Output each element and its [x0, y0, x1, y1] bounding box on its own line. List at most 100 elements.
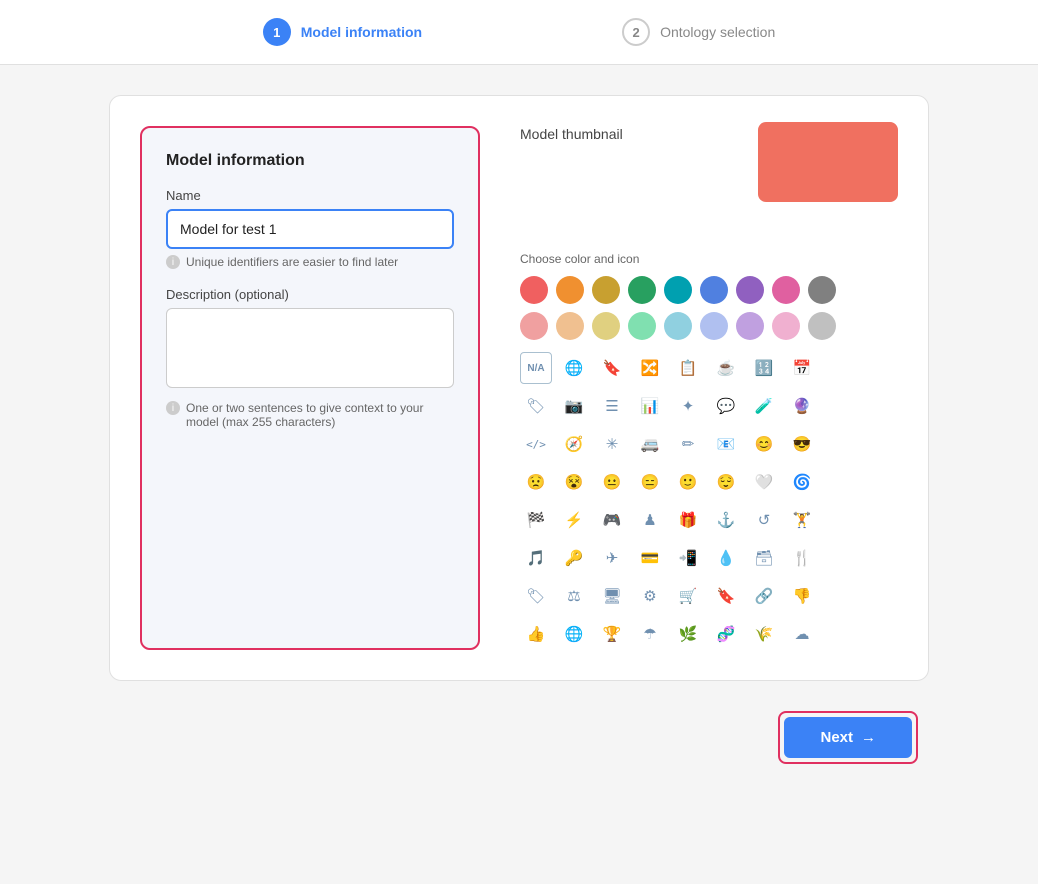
icon-dumbbell[interactable]: 🏋	[786, 504, 818, 536]
color-light-orange[interactable]	[556, 312, 584, 340]
icon-na[interactable]: N/A	[520, 352, 552, 384]
icon-globe[interactable]: 🌐	[558, 352, 590, 384]
color-light-pink[interactable]	[772, 312, 800, 340]
icon-wheat[interactable]: 🌾	[748, 618, 780, 650]
color-light-gray[interactable]	[808, 312, 836, 340]
icon-monitor[interactable]: 🖥	[596, 580, 628, 612]
icon-asterisk[interactable]: ✳	[596, 428, 628, 460]
icon-list[interactable]: ☰	[596, 390, 628, 422]
icon-mail[interactable]: 📧	[710, 428, 742, 460]
icon-link[interactable]: 🔗	[748, 580, 780, 612]
icon-pricetag[interactable]: 🔖	[710, 580, 742, 612]
icon-music[interactable]: 🎵	[520, 542, 552, 574]
icon-calculator[interactable]: 🔢	[748, 352, 780, 384]
icon-sad[interactable]: 😟	[520, 466, 552, 498]
icon-heart[interactable]: 🤍	[748, 466, 780, 498]
icon-expressionless[interactable]: 😑	[634, 466, 666, 498]
icon-fingerprint[interactable]: 🌀	[786, 466, 818, 498]
desc-textarea[interactable]	[166, 308, 454, 388]
icon-settings[interactable]: ⚙	[634, 580, 666, 612]
step-2-circle: 2	[622, 18, 650, 46]
desc-hint-text: One or two sentences to give context to …	[186, 401, 454, 429]
icon-anchor[interactable]: ⚓	[710, 504, 742, 536]
color-row-1	[520, 276, 898, 304]
icon-cart[interactable]: 🛒	[672, 580, 704, 612]
color-green[interactable]	[628, 276, 656, 304]
icon-plant[interactable]: 🌿	[672, 618, 704, 650]
step-1-label: Model information	[301, 24, 422, 40]
icon-sunglasses[interactable]: 😎	[786, 428, 818, 460]
step-1-circle: 1	[263, 18, 291, 46]
color-blue[interactable]	[700, 276, 728, 304]
color-red[interactable]	[520, 276, 548, 304]
color-light-green[interactable]	[628, 312, 656, 340]
icon-relieved[interactable]: 😌	[710, 466, 742, 498]
icon-pencil[interactable]: ✏	[672, 428, 704, 460]
color-gray[interactable]	[808, 276, 836, 304]
name-hint: i Unique identifiers are easier to find …	[166, 255, 454, 269]
icon-recycle[interactable]: ↺	[748, 504, 780, 536]
icon-code[interactable]: </>	[520, 428, 552, 460]
icon-droplet[interactable]: 💧	[710, 542, 742, 574]
icon-gift[interactable]: 🎁	[672, 504, 704, 536]
icon-thumbsup[interactable]: 👍	[520, 618, 552, 650]
wizard-nav: 1 Model information 2 Ontology selection	[0, 0, 1038, 65]
icon-plane[interactable]: ✈	[596, 542, 628, 574]
color-purple[interactable]	[736, 276, 764, 304]
icon-neutral[interactable]: 😐	[596, 466, 628, 498]
icon-bolt[interactable]: ⚡	[558, 504, 590, 536]
icon-tag[interactable]: 🏷	[520, 390, 552, 422]
icon-key[interactable]: 🔑	[558, 542, 590, 574]
icon-chat[interactable]: 💬	[710, 390, 742, 422]
icon-slight-smile[interactable]: 🙂	[672, 466, 704, 498]
icon-trophy[interactable]: 🏆	[596, 618, 628, 650]
icon-chart[interactable]: 📊	[634, 390, 666, 422]
color-pink[interactable]	[772, 276, 800, 304]
icon-bookmark[interactable]: 🔖	[596, 352, 628, 384]
color-label: Choose color and icon	[520, 252, 898, 266]
color-light-gold[interactable]	[592, 312, 620, 340]
color-row-2	[520, 312, 898, 340]
panel-title: Model information	[166, 152, 454, 170]
icon-gamepad[interactable]: 🎮	[596, 504, 628, 536]
icon-clipboard[interactable]: 📋	[672, 352, 704, 384]
icon-qr[interactable]: 📲	[672, 542, 704, 574]
icon-coffee[interactable]: ☕	[710, 352, 742, 384]
color-gold[interactable]	[592, 276, 620, 304]
icon-chess[interactable]: ♟	[634, 504, 666, 536]
icon-cloud[interactable]: ☁	[786, 618, 818, 650]
color-light-red[interactable]	[520, 312, 548, 340]
icon-translate[interactable]: 🌐	[558, 618, 590, 650]
bottom-bar: Next →	[0, 711, 1038, 794]
icon-dna[interactable]: 🧬	[710, 618, 742, 650]
main-content: Model information Name i Unique identifi…	[0, 65, 1038, 711]
icon-shuffle[interactable]: 🔀	[634, 352, 666, 384]
icon-utensils[interactable]: 🍴	[786, 542, 818, 574]
color-teal[interactable]	[664, 276, 692, 304]
icon-thumbsdown[interactable]: 👎	[786, 580, 818, 612]
icon-smile[interactable]: 😊	[748, 428, 780, 460]
color-light-blue[interactable]	[700, 312, 728, 340]
icon-server[interactable]: 🗃	[748, 542, 780, 574]
icon-balance[interactable]: ⚖	[558, 580, 590, 612]
icon-crystal[interactable]: 🔮	[786, 390, 818, 422]
icon-truck[interactable]: 🚐	[634, 428, 666, 460]
color-orange[interactable]	[556, 276, 584, 304]
name-input[interactable]	[166, 209, 454, 249]
icon-grid: N/A 🌐 🔖 🔀 📋 ☕ 🔢 📅 🏷 📷 ☰ 📊 ✦ 💬 🧪 🔮 </> 🧭 …	[520, 352, 898, 650]
icon-sparkle[interactable]: ✦	[672, 390, 704, 422]
icon-flask[interactable]: 🧪	[748, 390, 780, 422]
icon-camera[interactable]: 📷	[558, 390, 590, 422]
icon-credit-card[interactable]: 💳	[634, 542, 666, 574]
icon-calendar[interactable]: 📅	[786, 352, 818, 384]
icon-label[interactable]: 🏷	[520, 580, 552, 612]
icon-umbrella[interactable]: ☂	[634, 618, 666, 650]
step-2-label: Ontology selection	[660, 24, 775, 40]
icon-compass[interactable]: 🧭	[558, 428, 590, 460]
icon-flag[interactable]: 🏁	[520, 504, 552, 536]
step-2: 2 Ontology selection	[622, 18, 775, 46]
next-button[interactable]: Next →	[784, 717, 912, 758]
icon-dizzy[interactable]: 😵	[558, 466, 590, 498]
color-light-teal[interactable]	[664, 312, 692, 340]
color-light-purple[interactable]	[736, 312, 764, 340]
